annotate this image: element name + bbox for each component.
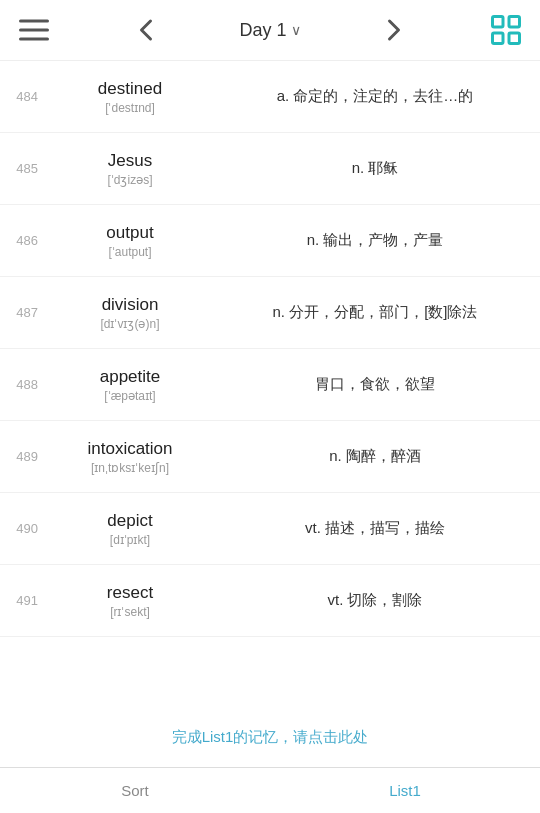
word-text: division <box>102 295 159 315</box>
day-dropdown-icon: ∨ <box>291 22 301 38</box>
word-definition: n. 输出，产物，产量 <box>210 229 540 252</box>
word-phonetic: [rɪˈsekt] <box>110 605 150 619</box>
tab-list1[interactable]: List1 <box>270 768 540 813</box>
table-row[interactable]: 484 destined [ˈdestɪnd] a. 命定的，注定的，去往…的 <box>0 61 540 133</box>
complete-text[interactable]: 完成List1的记忆，请点击此处 <box>172 728 369 745</box>
header: Day 1 ∨ <box>0 0 540 61</box>
word-phonetic: [ˈdestɪnd] <box>105 101 155 115</box>
word-number: 491 <box>0 593 50 608</box>
word-number: 489 <box>0 449 50 464</box>
day-label: Day 1 <box>239 20 286 41</box>
table-row[interactable]: 486 output [ˈautput] n. 输出，产物，产量 <box>0 205 540 277</box>
word-column: Jesus [ˈdʒizəs] <box>50 151 210 187</box>
word-number: 486 <box>0 233 50 248</box>
tab-sort[interactable]: Sort <box>0 768 270 813</box>
forward-button[interactable] <box>376 12 412 48</box>
svg-rect-6 <box>509 33 520 44</box>
table-row[interactable]: 487 division [dɪˈvɪʒ(ə)n] n. 分开，分配，部门，[数… <box>0 277 540 349</box>
tab-list1-label: List1 <box>389 782 421 799</box>
word-definition: n. 陶醉，醉酒 <box>210 445 540 468</box>
word-column: depict [dɪˈpɪkt] <box>50 511 210 547</box>
menu-button[interactable] <box>16 12 52 48</box>
back-button[interactable] <box>128 12 164 48</box>
word-column: appetite [ˈæpətaɪt] <box>50 367 210 403</box>
word-column: destined [ˈdestɪnd] <box>50 79 210 115</box>
word-phonetic: [ˈdʒizəs] <box>107 173 152 187</box>
word-phonetic: [ˈautput] <box>108 245 151 259</box>
svg-rect-4 <box>509 17 520 28</box>
word-column: division [dɪˈvɪʒ(ə)n] <box>50 295 210 331</box>
day-title[interactable]: Day 1 ∨ <box>239 20 300 41</box>
table-row[interactable]: 491 resect [rɪˈsekt] vt. 切除，割除 <box>0 565 540 637</box>
word-number: 485 <box>0 161 50 176</box>
word-column: resect [rɪˈsekt] <box>50 583 210 619</box>
complete-link[interactable]: 完成List1的记忆，请点击此处 <box>0 708 540 767</box>
word-definition: n. 耶稣 <box>210 157 540 180</box>
table-row[interactable]: 485 Jesus [ˈdʒizəs] n. 耶稣 <box>0 133 540 205</box>
table-row[interactable]: 488 appetite [ˈæpətaɪt] 胃口，食欲，欲望 <box>0 349 540 421</box>
word-text: Jesus <box>108 151 152 171</box>
table-row[interactable]: 490 depict [dɪˈpɪkt] vt. 描述，描写，描绘 <box>0 493 540 565</box>
svg-rect-5 <box>492 33 503 44</box>
word-definition: n. 分开，分配，部门，[数]除法 <box>210 301 540 324</box>
word-phonetic: [ɪnˌtɒksɪˈkeɪʃn] <box>91 461 169 475</box>
word-definition: vt. 切除，割除 <box>210 589 540 612</box>
word-definition: a. 命定的，注定的，去往…的 <box>210 85 540 108</box>
word-text: output <box>106 223 153 243</box>
table-row[interactable]: 489 intoxication [ɪnˌtɒksɪˈkeɪʃn] n. 陶醉，… <box>0 421 540 493</box>
word-definition: vt. 描述，描写，描绘 <box>210 517 540 540</box>
word-phonetic: [dɪˈvɪʒ(ə)n] <box>100 317 159 331</box>
word-number: 490 <box>0 521 50 536</box>
word-number: 487 <box>0 305 50 320</box>
word-text: depict <box>107 511 152 531</box>
word-column: intoxication [ɪnˌtɒksɪˈkeɪʃn] <box>50 439 210 475</box>
bottom-tabs: Sort List1 <box>0 767 540 813</box>
word-column: output [ˈautput] <box>50 223 210 259</box>
word-number: 488 <box>0 377 50 392</box>
word-text: destined <box>98 79 162 99</box>
word-text: intoxication <box>87 439 172 459</box>
word-number: 484 <box>0 89 50 104</box>
word-list: 484 destined [ˈdestɪnd] a. 命定的，注定的，去往…的 … <box>0 61 540 708</box>
tab-sort-label: Sort <box>121 782 149 799</box>
word-definition: 胃口，食欲，欲望 <box>210 373 540 396</box>
svg-rect-3 <box>492 17 503 28</box>
word-text: appetite <box>100 367 161 387</box>
word-text: resect <box>107 583 153 603</box>
word-phonetic: [dɪˈpɪkt] <box>110 533 150 547</box>
view-toggle-button[interactable] <box>488 12 524 48</box>
word-phonetic: [ˈæpətaɪt] <box>104 389 155 403</box>
